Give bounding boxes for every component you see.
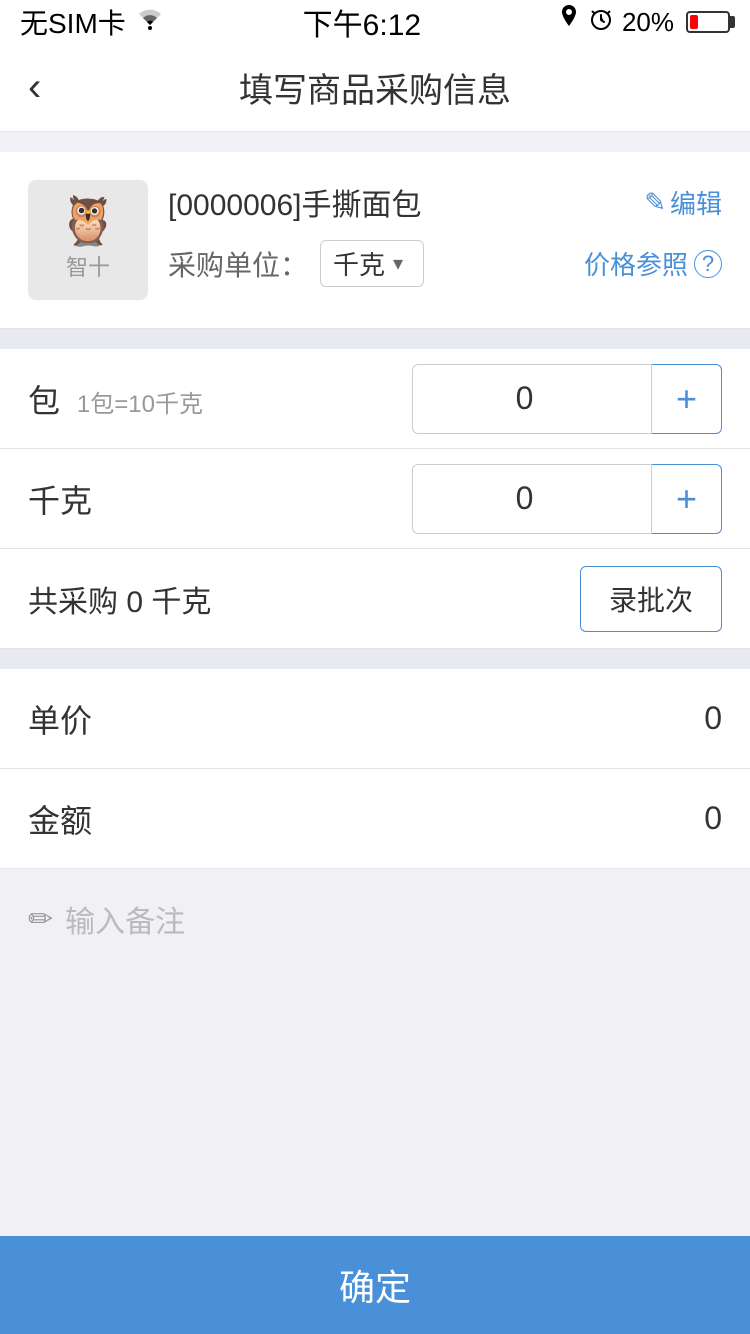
amount-row: 金额 0 — [0, 769, 750, 869]
location-icon — [558, 5, 580, 40]
product-image-icon: 🦉 — [58, 198, 118, 246]
price-reference-button[interactable]: 价格参照 ? — [584, 245, 722, 282]
wifi-icon — [134, 6, 166, 38]
battery-percent: 20% — [622, 7, 674, 38]
alarm-icon — [588, 6, 614, 39]
unit-price-label: 单价 — [28, 696, 92, 742]
summary-text: 共采购 0 千克 — [28, 577, 211, 621]
chevron-down-icon: ▾ — [393, 251, 403, 276]
nav-bar: ‹ 填写商品采购信息 — [0, 44, 750, 132]
product-info: [0000006]手撕面包 ✎ 编辑 采购单位： 千克 ▾ 价格参照 ? — [168, 180, 722, 287]
status-bar: 无SIM卡 下午6:12 20% — [0, 0, 750, 44]
product-thumbnail: 🦉 智十 — [28, 180, 148, 300]
unit-price-value: 0 — [704, 700, 722, 737]
unit-price-row: 单价 0 — [0, 669, 750, 769]
bag-plus-button[interactable]: + — [652, 364, 722, 434]
empty-area — [0, 969, 750, 1249]
edit-button[interactable]: ✎ 编辑 — [644, 184, 722, 221]
bag-label-group: 包 1包=10千克 — [28, 376, 203, 422]
unit-label: 采购单位： — [168, 244, 308, 284]
status-bar-time: 下午6:12 — [303, 0, 421, 44]
kg-quantity-input[interactable] — [412, 464, 652, 534]
bag-label: 包 — [28, 383, 60, 419]
remark-area[interactable]: ✏ 输入备注 — [0, 869, 750, 969]
status-bar-left: 无SIM卡 — [20, 2, 166, 42]
sim-text: 无SIM卡 — [20, 2, 126, 42]
batch-button[interactable]: 录批次 — [580, 566, 722, 632]
battery-icon — [686, 11, 730, 33]
unit-dropdown[interactable]: 千克 ▾ — [320, 240, 424, 287]
amount-value: 0 — [704, 800, 722, 837]
kg-input-row: 千克 + — [0, 449, 750, 549]
remark-placeholder: 输入备注 — [65, 897, 185, 941]
bag-input-row: 包 1包=10千克 + — [0, 349, 750, 449]
back-button[interactable]: ‹ — [28, 65, 41, 110]
bag-quantity-input[interactable] — [412, 364, 652, 434]
kg-plus-button[interactable]: + — [652, 464, 722, 534]
kg-label: 千克 — [28, 476, 92, 522]
summary-row: 共采购 0 千克 录批次 — [0, 549, 750, 649]
question-icon: ? — [694, 250, 722, 278]
product-name: [0000006]手撕面包 — [168, 180, 421, 224]
edit-icon: ✎ — [644, 187, 666, 218]
product-card: 🦉 智十 [0000006]手撕面包 ✎ 编辑 采购单位： 千克 ▾ 价格参照 — [0, 152, 750, 329]
product-thumbnail-label: 智十 — [66, 250, 110, 282]
confirm-button[interactable]: 确定 — [0, 1236, 750, 1334]
divider-1 — [0, 329, 750, 349]
pencil-icon: ✏ — [28, 902, 53, 937]
divider-2 — [0, 649, 750, 669]
bag-sub-label: 1包=10千克 — [77, 391, 203, 418]
bag-input-group: + — [412, 364, 722, 434]
input-section: 包 1包=10千克 + 千克 + 共采购 0 千克 录批次 — [0, 349, 750, 649]
page-title: 填写商品采购信息 — [239, 63, 511, 112]
amount-label: 金额 — [28, 796, 92, 842]
kg-input-group: + — [412, 464, 722, 534]
price-info-section: 单价 0 金额 0 — [0, 669, 750, 869]
status-bar-right: 20% — [558, 5, 730, 40]
